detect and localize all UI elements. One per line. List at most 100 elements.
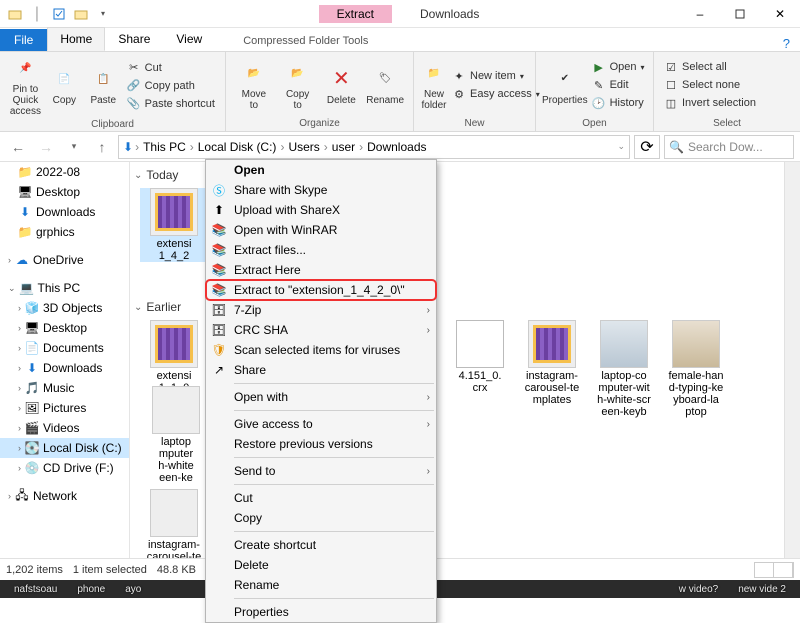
sidebar-item[interactable]: ›🖼Pictures <box>0 398 129 418</box>
ctx-extract-here[interactable]: 📚Extract Here <box>206 260 436 280</box>
file-tab[interactable]: File <box>0 29 47 51</box>
file-item[interactable]: instagram- carousel-te mplates <box>140 489 208 558</box>
network-icon: 🖧 <box>15 489 29 503</box>
paste-button[interactable]: 📋Paste <box>84 65 123 106</box>
rar-icon <box>528 320 576 368</box>
move-to-button[interactable]: 📂Move to <box>232 59 276 111</box>
recent-dropdown-icon[interactable]: ▾ <box>62 135 86 159</box>
edit-button[interactable]: ✎Edit <box>588 77 649 93</box>
sidebar-item[interactable]: ›💿CD Drive (F:) <box>0 458 129 478</box>
history-button[interactable]: 🕑History <box>588 95 649 111</box>
picture-icon: 🖼 <box>25 401 39 415</box>
properties-button[interactable]: ✔Properties <box>542 65 588 106</box>
back-button[interactable]: ← <box>6 135 30 159</box>
sidebar-item[interactable]: ›🎬Videos <box>0 418 129 438</box>
ctx-restore[interactable]: Restore previous versions <box>206 434 436 454</box>
vertical-scrollbar[interactable] <box>784 162 800 558</box>
close-button[interactable]: ✕ <box>760 0 800 28</box>
open-button[interactable]: ▶Open▾ <box>588 59 649 75</box>
breadcrumb-bar[interactable]: ⬇ › This PC› Local Disk (C:)› Users› use… <box>118 135 630 159</box>
delete-button[interactable]: ✕Delete <box>320 65 364 106</box>
forward-button[interactable]: → <box>34 135 58 159</box>
ctx-delete[interactable]: Delete <box>206 555 436 575</box>
crumb[interactable]: Users <box>286 140 321 154</box>
file-item[interactable]: laptop mputer h-white een-ke <box>142 386 210 484</box>
pin-quick-access-button[interactable]: 📌Pin to Quick access <box>6 54 45 117</box>
qat-checkbox-icon[interactable] <box>50 5 68 23</box>
crumb[interactable]: user <box>330 140 357 154</box>
ctx-properties[interactable]: Properties <box>206 602 436 622</box>
ctx-extract-files[interactable]: 📚Extract files... <box>206 240 436 260</box>
file-item[interactable]: female-han d-typing-ke yboard-la ptop <box>662 320 730 418</box>
sidebar-item[interactable]: 📁grphics <box>0 222 129 242</box>
sidebar-item[interactable]: 📁2022-08 <box>0 162 129 182</box>
ctx-rename[interactable]: Rename <box>206 575 436 595</box>
help-icon[interactable]: ? <box>783 36 790 51</box>
select-none-button[interactable]: ☐Select none <box>660 77 760 93</box>
sidebar-item-onedrive[interactable]: ›☁OneDrive <box>0 250 129 270</box>
ctx-send-to[interactable]: Send to› <box>206 461 436 481</box>
winrar-icon: 📚 <box>210 261 228 279</box>
sidebar-item-thispc[interactable]: ⌄💻This PC <box>0 278 129 298</box>
sidebar-item-network[interactable]: ›🖧Network <box>0 486 129 506</box>
sidebar-item[interactable]: ›🖥Desktop <box>0 318 129 338</box>
select-all-button[interactable]: ☑Select all <box>660 59 760 75</box>
new-item-button[interactable]: ✦New item▾ <box>448 68 544 84</box>
disc-icon: 💿 <box>25 461 39 475</box>
cut-button[interactable]: ✂Cut <box>123 60 219 76</box>
sidebar-item[interactable]: ›📄Documents <box>0 338 129 358</box>
file-item[interactable]: 4.151_0. crx <box>446 320 514 394</box>
easy-access-button[interactable]: ⚙Easy access▾ <box>448 86 544 102</box>
ctx-skype[interactable]: ⓈShare with Skype <box>206 180 436 200</box>
new-folder-button[interactable]: 📁New folder <box>420 59 448 111</box>
ctx-cut[interactable]: Cut <box>206 488 436 508</box>
minimize-button[interactable]: – <box>680 0 720 28</box>
crumb[interactable]: Downloads <box>365 140 428 154</box>
copy-button[interactable]: 📄Copy <box>45 65 84 106</box>
ctx-copy[interactable]: Copy <box>206 508 436 528</box>
view-mode-toggle[interactable] <box>754 562 794 578</box>
copy-to-button[interactable]: 📂Copy to <box>276 59 320 111</box>
sidebar-item[interactable]: ›🧊3D Objects <box>0 298 129 318</box>
sidebar-item[interactable]: ⬇Downloads <box>0 202 129 222</box>
qat-dropdown-icon[interactable]: ▾ <box>94 5 112 23</box>
sidebar-item[interactable]: 🖥Desktop <box>0 182 129 202</box>
rename-button[interactable]: 🏷Rename <box>363 65 407 106</box>
copy-path-button[interactable]: 🔗Copy path <box>123 78 219 94</box>
home-tab[interactable]: Home <box>47 27 105 51</box>
context-tool-label[interactable]: Compressed Folder Tools <box>235 31 376 51</box>
qat-folder-icon[interactable] <box>72 5 90 23</box>
refresh-button[interactable]: ⟳ <box>634 135 660 159</box>
ctx-crc[interactable]: 🗄CRC SHA› <box>206 320 436 340</box>
paste-shortcut-button[interactable]: 📎Paste shortcut <box>123 96 219 112</box>
ctx-shortcut[interactable]: Create shortcut <box>206 535 436 555</box>
sidebar-item-local-disk[interactable]: ›💽Local Disk (C:) <box>0 438 129 458</box>
address-bar: ← → ▾ ↑ ⬇ › This PC› Local Disk (C:)› Us… <box>0 132 800 162</box>
ctx-sharex[interactable]: ⬆Upload with ShareX <box>206 200 436 220</box>
maximize-button[interactable] <box>720 0 760 28</box>
share-tab[interactable]: Share <box>105 27 163 51</box>
up-button[interactable]: ↑ <box>90 135 114 159</box>
file-item[interactable]: instagram- carousel-te mplates <box>518 320 586 406</box>
ctx-scan[interactable]: 🛡Scan selected items for viruses <box>206 340 436 360</box>
ctx-7zip[interactable]: 🗄7-Zip› <box>206 300 436 320</box>
contextual-tab-extract[interactable]: Extract <box>319 5 392 23</box>
ctx-open-with[interactable]: Open with› <box>206 387 436 407</box>
search-input[interactable]: 🔍Search Dow... <box>664 135 794 159</box>
file-item[interactable]: laptop-co mputer-wit h-white-scr een-key… <box>590 320 658 418</box>
file-item[interactable]: extensi 1_4_2 <box>140 188 208 262</box>
sidebar-item[interactable]: ›⬇Downloads <box>0 358 129 378</box>
winrar-icon: 📚 <box>210 221 228 239</box>
invert-selection-button[interactable]: ◫Invert selection <box>660 95 760 111</box>
crumb[interactable]: This PC <box>141 140 188 154</box>
ctx-open[interactable]: Open <box>206 160 436 180</box>
ctx-give-access[interactable]: Give access to› <box>206 414 436 434</box>
ctx-share[interactable]: ↗Share <box>206 360 436 380</box>
file-item[interactable]: extensi 1_1_0 <box>140 320 208 394</box>
navigation-pane[interactable]: 📁2022-08 🖥Desktop ⬇Downloads 📁grphics ›☁… <box>0 162 130 558</box>
ctx-extract-to[interactable]: 📚Extract to "extension_1_4_2_0\" <box>206 280 436 300</box>
ctx-winrar-open[interactable]: 📚Open with WinRAR <box>206 220 436 240</box>
crumb[interactable]: Local Disk (C:) <box>196 140 279 154</box>
sidebar-item[interactable]: ›🎵Music <box>0 378 129 398</box>
view-tab[interactable]: View <box>163 27 215 51</box>
